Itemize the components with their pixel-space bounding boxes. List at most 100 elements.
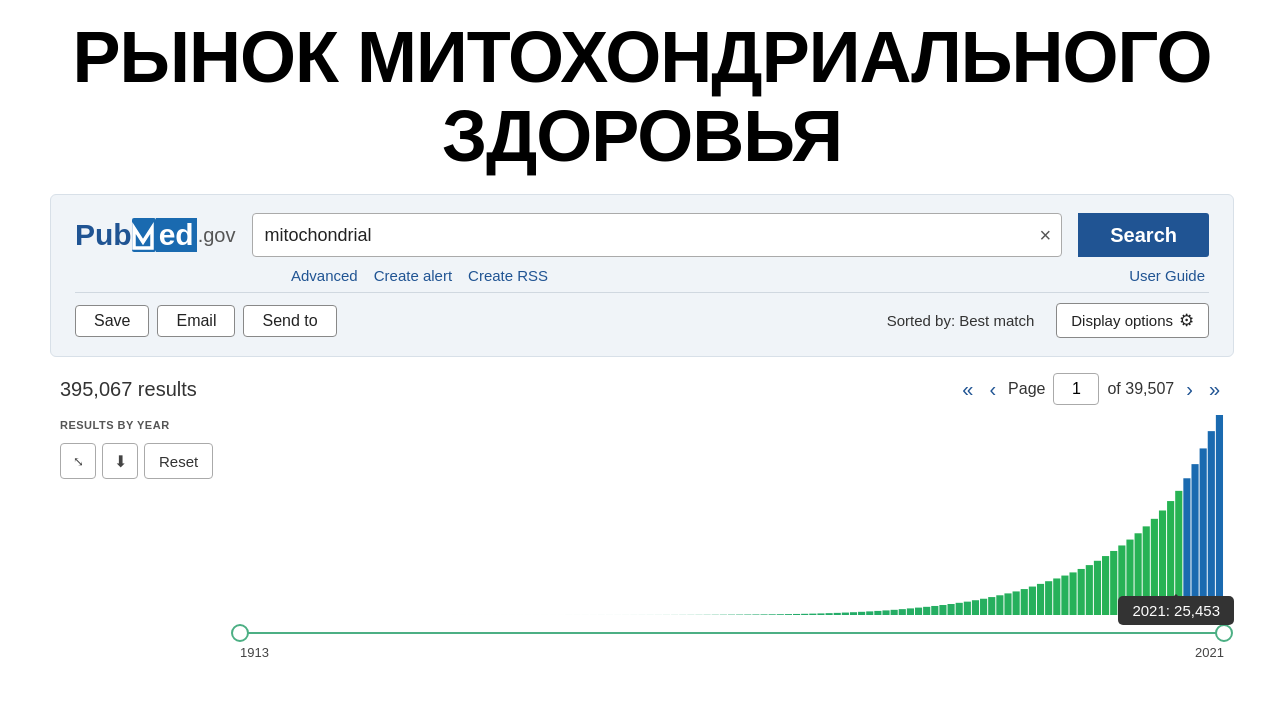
- pubmed-panel: Pub ed .gov × Search Advanced Create ale…: [50, 194, 1234, 357]
- svg-rect-89: [956, 603, 963, 615]
- svg-rect-80: [882, 611, 889, 616]
- user-guide-link[interactable]: User Guide: [1129, 267, 1205, 284]
- svg-rect-95: [1004, 594, 1011, 616]
- svg-rect-120: [1208, 432, 1215, 616]
- save-button[interactable]: Save: [75, 305, 149, 337]
- svg-rect-105: [1086, 565, 1093, 615]
- svg-rect-73: [826, 614, 833, 616]
- slider-handle-right[interactable]: [1215, 624, 1233, 642]
- year-labels: 1913 2021: [240, 645, 1224, 660]
- search-links-left: Advanced Create alert Create RSS: [291, 267, 548, 284]
- create-alert-link[interactable]: Create alert: [374, 267, 452, 284]
- svg-rect-102: [1061, 576, 1068, 615]
- year-tooltip: 2021: 25,453: [1118, 596, 1234, 625]
- svg-rect-76: [850, 613, 857, 616]
- logo-gov: .gov: [198, 224, 236, 247]
- chart-sidebar: RESULTS BY YEAR ⤡ ⬇ Reset: [60, 415, 220, 635]
- slider-handle-left[interactable]: [231, 624, 249, 642]
- svg-marker-0: [134, 228, 152, 248]
- svg-rect-91: [972, 601, 979, 616]
- page-title: РЫНОК МИТОХОНДРИАЛЬНОГО ЗДОРОВЬЯ: [60, 18, 1224, 176]
- email-button[interactable]: Email: [157, 305, 235, 337]
- svg-rect-117: [1183, 479, 1190, 616]
- pagination: « ‹ Page of 39,507 › »: [958, 373, 1224, 405]
- svg-rect-100: [1045, 582, 1052, 616]
- logo-med: ed: [156, 218, 197, 252]
- svg-rect-92: [980, 599, 987, 615]
- search-links-row: Advanced Create alert Create RSS User Gu…: [75, 267, 1209, 284]
- slider-track: [240, 632, 1224, 634]
- collapse-button[interactable]: ⤡: [60, 443, 96, 479]
- svg-rect-65: [760, 615, 767, 616]
- create-rss-link[interactable]: Create RSS: [468, 267, 548, 284]
- title-section: РЫНОК МИТОХОНДРИАЛЬНОГО ЗДОРОВЬЯ: [0, 0, 1284, 194]
- action-bar: Save Email Send to Sorted by: Best match…: [75, 292, 1209, 342]
- results-chart-area: 395,067 results « ‹ Page of 39,507 › » R…: [50, 357, 1234, 635]
- svg-rect-101: [1053, 579, 1060, 616]
- svg-rect-69: [793, 614, 800, 615]
- search-bar[interactable]: ×: [252, 213, 1063, 257]
- svg-rect-82: [899, 610, 906, 616]
- chart-controls: ⤡ ⬇ Reset: [60, 443, 220, 479]
- svg-rect-68: [785, 614, 792, 615]
- svg-rect-107: [1102, 556, 1109, 615]
- svg-rect-94: [996, 596, 1003, 616]
- svg-rect-64: [752, 615, 759, 616]
- search-button[interactable]: Search: [1078, 213, 1209, 257]
- chart-container: 2021: 25,453 1913 2021: [240, 415, 1224, 635]
- page-input[interactable]: [1053, 373, 1099, 405]
- svg-rect-103: [1069, 573, 1076, 616]
- svg-rect-86: [931, 606, 938, 615]
- last-page-button[interactable]: »: [1205, 376, 1224, 403]
- search-clear-button[interactable]: ×: [1030, 224, 1062, 247]
- gear-icon: ⚙: [1179, 310, 1194, 331]
- start-year-label: 1913: [240, 645, 269, 660]
- download-button[interactable]: ⬇: [102, 443, 138, 479]
- year-slider[interactable]: 2021: 25,453: [240, 623, 1224, 643]
- svg-rect-104: [1078, 569, 1085, 615]
- search-input[interactable]: [253, 225, 1030, 246]
- pubmed-header: Pub ed .gov × Search: [75, 213, 1209, 257]
- svg-rect-83: [907, 609, 914, 616]
- advanced-link[interactable]: Advanced: [291, 267, 358, 284]
- first-page-button[interactable]: «: [958, 376, 977, 403]
- svg-rect-121: [1216, 415, 1223, 615]
- svg-rect-84: [915, 608, 922, 615]
- svg-rect-79: [874, 611, 881, 615]
- download-icon: ⬇: [114, 452, 127, 471]
- action-buttons: Save Email Send to: [75, 305, 337, 337]
- send-to-button[interactable]: Send to: [243, 305, 336, 337]
- display-options-button[interactable]: Display options ⚙: [1056, 303, 1209, 338]
- results-header: 395,067 results « ‹ Page of 39,507 › »: [50, 373, 1234, 405]
- next-page-button[interactable]: ›: [1182, 376, 1197, 403]
- svg-rect-66: [769, 615, 776, 616]
- svg-rect-118: [1191, 465, 1198, 616]
- display-options-label: Display options: [1071, 312, 1173, 329]
- svg-rect-96: [1013, 592, 1020, 616]
- chart-section: RESULTS BY YEAR ⤡ ⬇ Reset 2021: 25,453: [50, 415, 1234, 635]
- logo-pub: Pub: [75, 218, 132, 252]
- svg-rect-71: [809, 614, 816, 615]
- svg-rect-87: [939, 605, 946, 615]
- sort-label: Sorted by: Best match: [887, 312, 1035, 329]
- collapse-icon: ⤡: [73, 454, 84, 469]
- svg-rect-77: [858, 612, 865, 615]
- page-label: Page: [1008, 380, 1045, 398]
- svg-rect-74: [834, 613, 841, 615]
- svg-rect-93: [988, 597, 995, 615]
- svg-rect-78: [866, 612, 873, 616]
- pubmed-logo: Pub ed .gov: [75, 218, 236, 252]
- results-by-year-chart[interactable]: [240, 415, 1224, 615]
- svg-rect-97: [1021, 589, 1028, 615]
- logo-m: [132, 218, 156, 252]
- svg-rect-90: [964, 602, 971, 615]
- svg-rect-119: [1200, 449, 1207, 616]
- svg-rect-108: [1110, 551, 1117, 615]
- svg-rect-67: [777, 615, 784, 616]
- svg-rect-98: [1029, 587, 1036, 615]
- prev-page-button[interactable]: ‹: [985, 376, 1000, 403]
- svg-rect-99: [1037, 584, 1044, 615]
- svg-rect-75: [842, 613, 849, 615]
- svg-rect-81: [891, 610, 898, 615]
- reset-button[interactable]: Reset: [144, 443, 213, 479]
